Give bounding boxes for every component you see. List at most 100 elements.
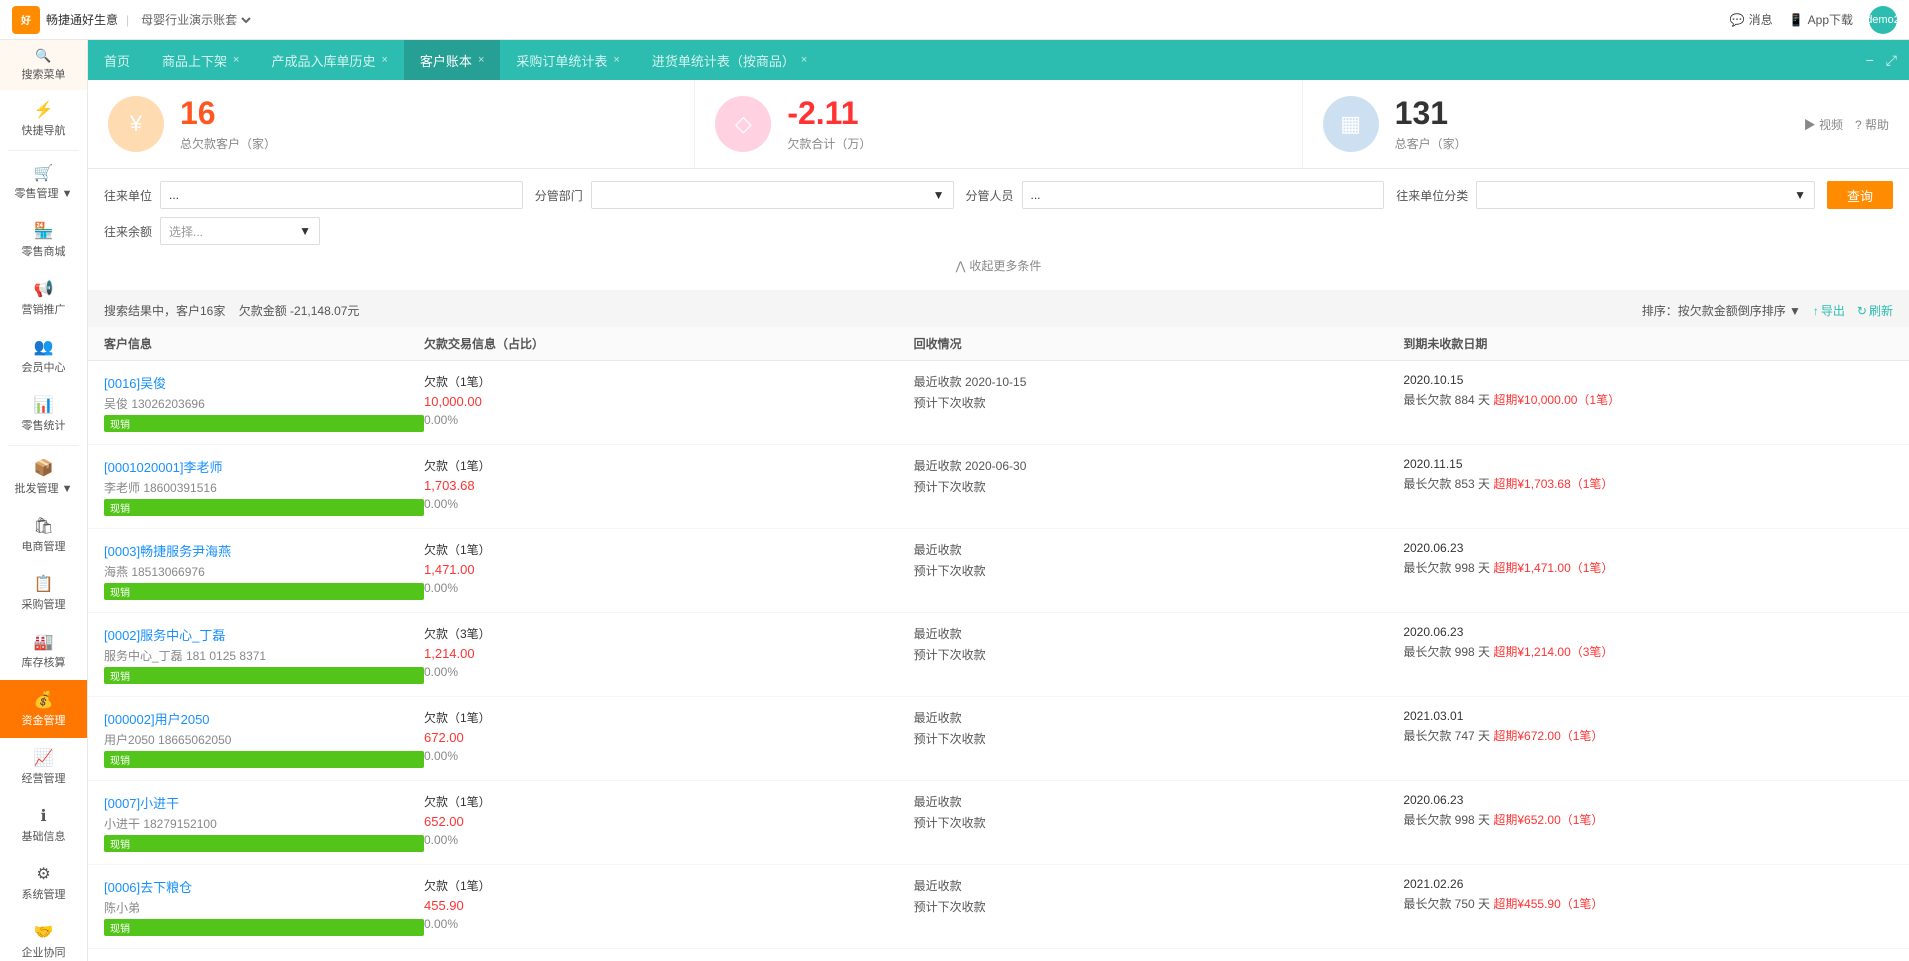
- overdue-link-5[interactable]: 超期¥652.00（1笔）: [1493, 813, 1603, 827]
- debt-count-2: 欠款（1笔）: [424, 541, 914, 558]
- batch-mgmt-icon: 📦: [4, 458, 83, 478]
- category-chevron-icon: ▼: [1794, 188, 1806, 202]
- customer-name-0[interactable]: [0016]吴俊: [104, 373, 424, 392]
- sidebar-item-system-mgmt[interactable]: ⚙ 系统管理: [0, 854, 87, 912]
- overdue-link-1[interactable]: 超期¥1,703.68（1笔）: [1493, 477, 1613, 491]
- basic-info-label: 基础信息: [4, 828, 83, 844]
- debt-customers-info: 16 总欠款客户（家）: [180, 96, 276, 152]
- sidebar-item-basic-info[interactable]: ℹ 基础信息: [0, 796, 87, 854]
- overdue-date-4: 2021.03.01: [1403, 709, 1893, 723]
- customer-info-4: [000002]用户2050 用户2050 18665062050 现销: [104, 709, 424, 768]
- company-select[interactable]: 母婴行业演示账套: [137, 12, 254, 28]
- sidebar-item-operations-mgmt[interactable]: 📈 经营管理: [0, 738, 87, 796]
- debt-amount-0[interactable]: 10,000.00: [424, 394, 914, 409]
- filter-section: 往来单位 ... 分管部门 ▼: [88, 169, 1909, 290]
- overdue-detail-6: 最长欠款 750 天 超期¥455.90（1笔）: [1403, 895, 1893, 912]
- debt-amount-6[interactable]: 455.90: [424, 898, 914, 913]
- user-menu[interactable]: demo2: [1869, 6, 1897, 34]
- overdue-link-3[interactable]: 超期¥1,214.00（3笔）: [1493, 645, 1613, 659]
- th-debt-info: 欠款交易信息（占比）: [424, 335, 914, 352]
- collapse-filters-btn[interactable]: ⋀ 收起更多条件: [104, 253, 1893, 278]
- customer-name-4[interactable]: [000002]用户2050: [104, 709, 424, 728]
- debt-amount-1[interactable]: 1,703.68: [424, 478, 914, 493]
- sidebar-item-stock-calc[interactable]: 🏭 库存核算: [0, 622, 87, 680]
- overdue-link-4[interactable]: 超期¥672.00（1笔）: [1493, 729, 1603, 743]
- customer-name-5[interactable]: [0007]小进干: [104, 793, 424, 812]
- tab-product-history[interactable]: 产成品入库单历史 ×: [255, 40, 403, 80]
- sidebar-search[interactable]: 🔍 搜索菜单: [0, 40, 87, 90]
- refresh-btn[interactable]: ↻ 刷新: [1857, 302, 1893, 319]
- overdue-detail-5: 最长欠款 998 天 超期¥652.00（1笔）: [1403, 811, 1893, 828]
- customer-name-6[interactable]: [0006]去下粮仓: [104, 877, 424, 896]
- recovery-info-5: 最近收款 预计下次收款: [914, 793, 1404, 852]
- message-icon: 💬: [1730, 13, 1745, 27]
- video-btn[interactable]: ▶ 视频: [1804, 116, 1843, 133]
- help-btn[interactable]: ? 帮助: [1855, 116, 1889, 133]
- sidebar-item-marketing[interactable]: 📢 营销推广: [0, 269, 87, 327]
- customer-name-2[interactable]: [0003]畅捷服务尹海燕: [104, 541, 424, 560]
- debt-count-1: 欠款（1笔）: [424, 457, 914, 474]
- retail-mgmt-icon: 🛒: [4, 163, 83, 183]
- tab-home[interactable]: 首页: [88, 40, 146, 80]
- customer-tag-1: 现销: [104, 499, 424, 516]
- system-mgmt-icon: ⚙: [4, 864, 83, 884]
- next-pay-2: 预计下次收款: [914, 562, 1404, 579]
- filter-balance: 往来余额 选择... ▼: [104, 217, 1893, 245]
- dept-chevron-icon: ▼: [933, 188, 945, 202]
- debt-amount-5[interactable]: 652.00: [424, 814, 914, 829]
- sidebar-item-retail-stats[interactable]: 📊 零售统计: [0, 385, 87, 443]
- app-download-btn[interactable]: 📱 App下载: [1789, 11, 1853, 28]
- stock-calc-label: 库存核算: [4, 654, 83, 670]
- sidebar-item-purchase-mgmt[interactable]: 📋 采购管理: [0, 564, 87, 622]
- tab-customer-account[interactable]: 客户账本 ×: [404, 40, 500, 80]
- tab-purchase-order-close[interactable]: ×: [613, 54, 619, 66]
- debt-amount-2[interactable]: 1,471.00: [424, 562, 914, 577]
- tab-goods-stats-label: 进货单统计表（按商品）: [652, 51, 795, 70]
- overdue-link-6[interactable]: 超期¥455.90（1笔）: [1493, 897, 1603, 911]
- tab-collapse-btn[interactable]: −: [1862, 48, 1878, 72]
- person-input[interactable]: ...: [1022, 181, 1385, 209]
- source-unit-input[interactable]: ...: [160, 181, 523, 209]
- customer-name-1[interactable]: [0001020001]李老师: [104, 457, 424, 476]
- tab-goods-off[interactable]: 商品上下架 ×: [146, 40, 255, 80]
- overdue-link-2[interactable]: 超期¥1,471.00（1笔）: [1493, 561, 1613, 575]
- tab-goods-stats[interactable]: 进货单统计表（按商品） ×: [636, 40, 823, 80]
- sidebar-item-member[interactable]: 👥 会员中心: [0, 327, 87, 385]
- sidebar-item-retail-mgmt[interactable]: 🛒 零售管理 ▼: [0, 153, 87, 211]
- retail-stats-label: 零售统计: [4, 417, 83, 433]
- tab-customer-account-close[interactable]: ×: [478, 54, 484, 66]
- export-btn[interactable]: ↑ 导出: [1813, 302, 1845, 319]
- query-button[interactable]: 查询: [1827, 181, 1893, 209]
- sidebar-item-enterprise-collab[interactable]: 🤝 企业协同: [0, 912, 87, 961]
- sidebar-item-retail-mall[interactable]: 🏪 零售商城: [0, 211, 87, 269]
- debt-info-2: 欠款（1笔） 1,471.00 0.00%: [424, 541, 914, 600]
- table-row: [0001020001]李老师 李老师 18600391516 现销 欠款（1笔…: [88, 445, 1909, 529]
- tab-product-history-close[interactable]: ×: [381, 54, 387, 66]
- tab-purchase-order[interactable]: 采购订单统计表 ×: [500, 40, 635, 80]
- filter-category: 往来单位分类 ▼: [1396, 181, 1815, 209]
- debt-pct-5: 0.00%: [424, 833, 914, 847]
- tab-purchase-order-label: 采购订单统计表: [516, 51, 607, 70]
- sidebar-item-capital-mgmt[interactable]: 💰 资金管理: [0, 680, 87, 738]
- debt-amount-3[interactable]: 1,214.00: [424, 646, 914, 661]
- filter-row-2: 往来余额 选择... ▼: [104, 217, 1893, 245]
- message-btn[interactable]: 💬 消息: [1730, 11, 1773, 28]
- overdue-detail-3: 最长欠款 998 天 超期¥1,214.00（3笔）: [1403, 643, 1893, 660]
- overdue-info-4: 2021.03.01 最长欠款 747 天 超期¥672.00（1笔）: [1403, 709, 1893, 768]
- recovery-info-6: 最近收款 预计下次收款: [914, 877, 1404, 936]
- dept-select[interactable]: ▼: [591, 181, 954, 209]
- balance-placeholder: 选择...: [169, 223, 203, 240]
- category-select[interactable]: ▼: [1476, 181, 1815, 209]
- sidebar-item-ecommerce[interactable]: 🛍 电商管理: [0, 506, 87, 564]
- tab-goods-off-close[interactable]: ×: [233, 54, 239, 66]
- table-row: [000002]用户2050 用户2050 18665062050 现销 欠款（…: [88, 697, 1909, 781]
- tab-expand-btn[interactable]: ⤢: [1882, 48, 1901, 73]
- customer-name-3[interactable]: [0002]服务中心_丁磊: [104, 625, 424, 644]
- sidebar-item-batch-mgmt[interactable]: 📦 批发管理 ▼: [0, 448, 87, 506]
- overdue-link-0[interactable]: 超期¥10,000.00（1笔）: [1493, 393, 1620, 407]
- sidebar-item-quick-nav[interactable]: ⚡ 快捷导航: [0, 90, 87, 148]
- debt-amount-4[interactable]: 672.00: [424, 730, 914, 745]
- tab-goods-stats-close[interactable]: ×: [801, 54, 807, 66]
- sort-label: 排序：按欠款金额倒序排序 ▼: [1642, 302, 1801, 319]
- balance-select[interactable]: 选择... ▼: [160, 217, 320, 245]
